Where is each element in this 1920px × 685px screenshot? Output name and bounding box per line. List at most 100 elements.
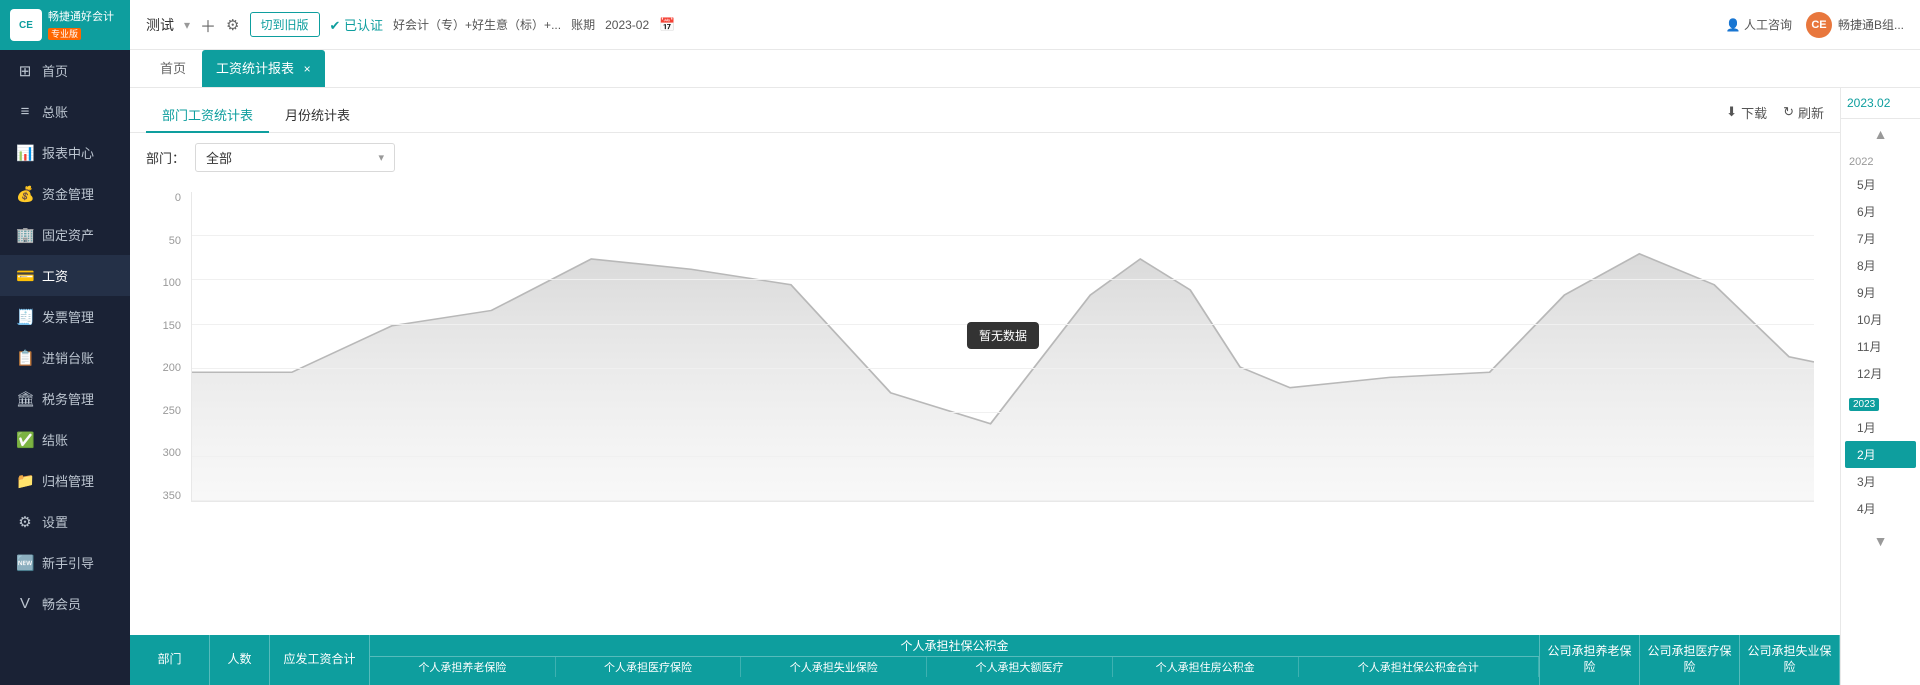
date-month-2022-7[interactable]: 7月 [1841, 225, 1920, 252]
th-group-children: 个人承担养老保险 个人承担医疗保险 个人承担失业保险 个人承担大额医疗 个人承担… [370, 657, 1539, 677]
chart-container: 350 300 250 200 150 100 50 0 [146, 192, 1824, 532]
date-month-2022-8[interactable]: 8月 [1841, 252, 1920, 279]
settings-icon: ⚙ [16, 513, 34, 531]
sidebar-item-label: 报表中心 [42, 143, 94, 162]
guide-icon: 🆕 [16, 554, 34, 572]
date-month-2022-12[interactable]: 12月 [1841, 360, 1920, 387]
sidebar-item-guide[interactable]: 🆕 新手引导 [0, 542, 130, 583]
settings-button[interactable]: ⚙ [226, 16, 239, 34]
th-company-medical: 公司承担医疗保险 [1640, 635, 1740, 685]
switch-version-button[interactable]: 切到旧版 [250, 12, 320, 37]
grid-line-250 [192, 279, 1814, 280]
sidebar-item-label: 结账 [42, 430, 68, 449]
date-nav-up: ▲ [1841, 119, 1920, 149]
sidebar-item-invoice[interactable]: 🧾 发票管理 [0, 296, 130, 337]
logo-badge: 专业版 [48, 28, 81, 40]
sidebar-item-label: 税务管理 [42, 389, 94, 408]
table-header-row: 部门 人数 应发工资合计 个人承担社保公积金 个人承担养老保险 个人承担医疗保险… [130, 635, 1840, 685]
help-button[interactable]: 👤 人工咨询 [1726, 16, 1792, 33]
sidebar-item-tax[interactable]: 🏛 税务管理 [0, 378, 130, 419]
sidebar-item-settings[interactable]: ⚙ 设置 [0, 501, 130, 542]
th-personal-total: 个人承担社保公积金合计 [1299, 657, 1540, 677]
sidebar-item-purchase[interactable]: 📋 进销台账 [0, 337, 130, 378]
sidebar-item-label: 资金管理 [42, 184, 94, 203]
refresh-icon: ↻ [1783, 104, 1794, 120]
content-area: 部门工资统计表 月份统计表 ⬇ 下载 ↻ 刷新 [130, 88, 1920, 685]
y-label-0: 350 [146, 490, 181, 502]
date-panel-header: 2023.02 [1841, 88, 1920, 119]
date-year-2023: 2023 1月 2月 3月 4月 [1841, 391, 1920, 526]
date-month-2023-4[interactable]: 4月 [1841, 495, 1920, 522]
chart-tooltip: 暂无数据 [967, 322, 1039, 349]
certified-status: ✔ 已认证 [330, 15, 384, 34]
logo-text-area: 畅捷通好会计 专业版 [48, 10, 114, 40]
sidebar-item-label: 进销台账 [42, 348, 94, 367]
th-personal-pension: 个人承担养老保险 [370, 657, 556, 677]
grid-line-100 [192, 412, 1814, 413]
sidebar-item-member[interactable]: V 畅会员 [0, 583, 130, 624]
sidebar-item-archive[interactable]: 📁 归档管理 [0, 460, 130, 501]
top-header: 测试 ▾ ＋ ⚙ 切到旧版 ✔ 已认证 好会计（专）+好生意（标）+... 账期… [130, 0, 1920, 50]
tab-close-icon[interactable]: × [304, 62, 311, 76]
sidebar-logo: CE 畅捷通好会计 专业版 [0, 0, 130, 50]
sub-tab-dept[interactable]: 部门工资统计表 [146, 98, 269, 133]
sidebar-item-label: 归档管理 [42, 471, 94, 490]
invoice-icon: 🧾 [16, 308, 34, 326]
th-personal-medical: 个人承担医疗保险 [556, 657, 742, 677]
dropdown-arrow-icon[interactable]: ▾ [184, 18, 190, 32]
th-company-unemployment: 公司承担失业保险 [1740, 635, 1840, 685]
date-year-2022-label: 2022 [1841, 153, 1920, 171]
download-button[interactable]: ⬇ 下载 [1726, 103, 1767, 122]
tab-home[interactable]: 首页 [146, 50, 200, 87]
dept-select-arrow-icon: ▾ [378, 151, 384, 164]
date-month-2022-11[interactable]: 11月 [1841, 333, 1920, 360]
sidebar-item-funds[interactable]: 💰 资金管理 [0, 173, 130, 214]
date-month-2023-3[interactable]: 3月 [1841, 468, 1920, 495]
sidebar-item-reports[interactable]: 📊 报表中心 [0, 132, 130, 173]
date-month-2023-1[interactable]: 1月 [1841, 414, 1920, 441]
dept-label: 部门： [146, 148, 185, 167]
date-month-2022-10[interactable]: 10月 [1841, 306, 1920, 333]
th-personal-major-medical: 个人承担大额医疗 [927, 657, 1113, 677]
funds-icon: 💰 [16, 185, 34, 203]
tax-icon: 🏛 [16, 390, 34, 408]
dept-select[interactable]: 全部 ▾ [195, 143, 395, 172]
date-month-2022-9[interactable]: 9月 [1841, 279, 1920, 306]
archive-icon: 📁 [16, 472, 34, 490]
main-panel: 部门工资统计表 月份统计表 ⬇ 下载 ↻ 刷新 [130, 88, 1840, 685]
sidebar-item-home[interactable]: ⊞ 首页 [0, 50, 130, 91]
calendar-icon[interactable]: 📅 [659, 17, 675, 33]
user-menu[interactable]: CE 畅捷通B组... [1806, 12, 1904, 38]
y-label-4: 150 [146, 320, 181, 332]
date-month-2022-5[interactable]: 5月 [1841, 171, 1920, 198]
th-total-salary: 应发工资合计 [270, 635, 370, 685]
add-button[interactable]: ＋ [200, 13, 216, 37]
sidebar-item-settle[interactable]: ✅ 结账 [0, 419, 130, 460]
refresh-button[interactable]: ↻ 刷新 [1783, 103, 1824, 122]
sidebar-item-ledger[interactable]: ≡ 总账 [0, 91, 130, 132]
date-month-2023-2[interactable]: 2月 [1845, 441, 1916, 468]
sidebar-nav: ⊞ 首页 ≡ 总账 📊 报表中心 💰 资金管理 🏢 固定资产 💳 工资 🧾 发票… [0, 50, 130, 685]
y-label-3: 200 [146, 362, 181, 374]
bottom-table-header: 部门 人数 应发工资合计 个人承担社保公积金 个人承担养老保险 个人承担医疗保险… [130, 635, 1840, 685]
reports-icon: 📊 [16, 144, 34, 162]
sidebar-item-salary[interactable]: 💳 工资 [0, 255, 130, 296]
th-group-social: 个人承担社保公积金 个人承担养老保险 个人承担医疗保险 个人承担失业保险 个人承… [370, 635, 1540, 685]
date-nav-up-button[interactable]: ▲ [1871, 123, 1891, 145]
th-personal-unemployment: 个人承担失业保险 [741, 657, 927, 677]
grid-line-150 [192, 368, 1814, 369]
account-type: 好会计（专）+好生意（标）+... [393, 16, 561, 33]
user-avatar: CE [1806, 12, 1832, 38]
chart-plot: 暂无数据 [191, 192, 1814, 502]
sidebar-item-label: 固定资产 [42, 225, 94, 244]
tab-salary-report[interactable]: 工资统计报表 × [202, 50, 325, 87]
dept-select-value: 全部 [206, 148, 232, 167]
logo-abbr: CE [19, 20, 33, 31]
sidebar-item-assets[interactable]: 🏢 固定资产 [0, 214, 130, 255]
date-year-2022: 2022 5月 6月 7月 8月 9月 10月 11月 12月 [1841, 149, 1920, 391]
date-nav-down-button[interactable]: ▼ [1871, 530, 1891, 552]
sub-tab-monthly[interactable]: 月份统计表 [269, 98, 366, 133]
grid-line-0 [192, 500, 1814, 501]
date-month-2022-6[interactable]: 6月 [1841, 198, 1920, 225]
toolbar: 部门： 全部 ▾ [130, 133, 1840, 182]
